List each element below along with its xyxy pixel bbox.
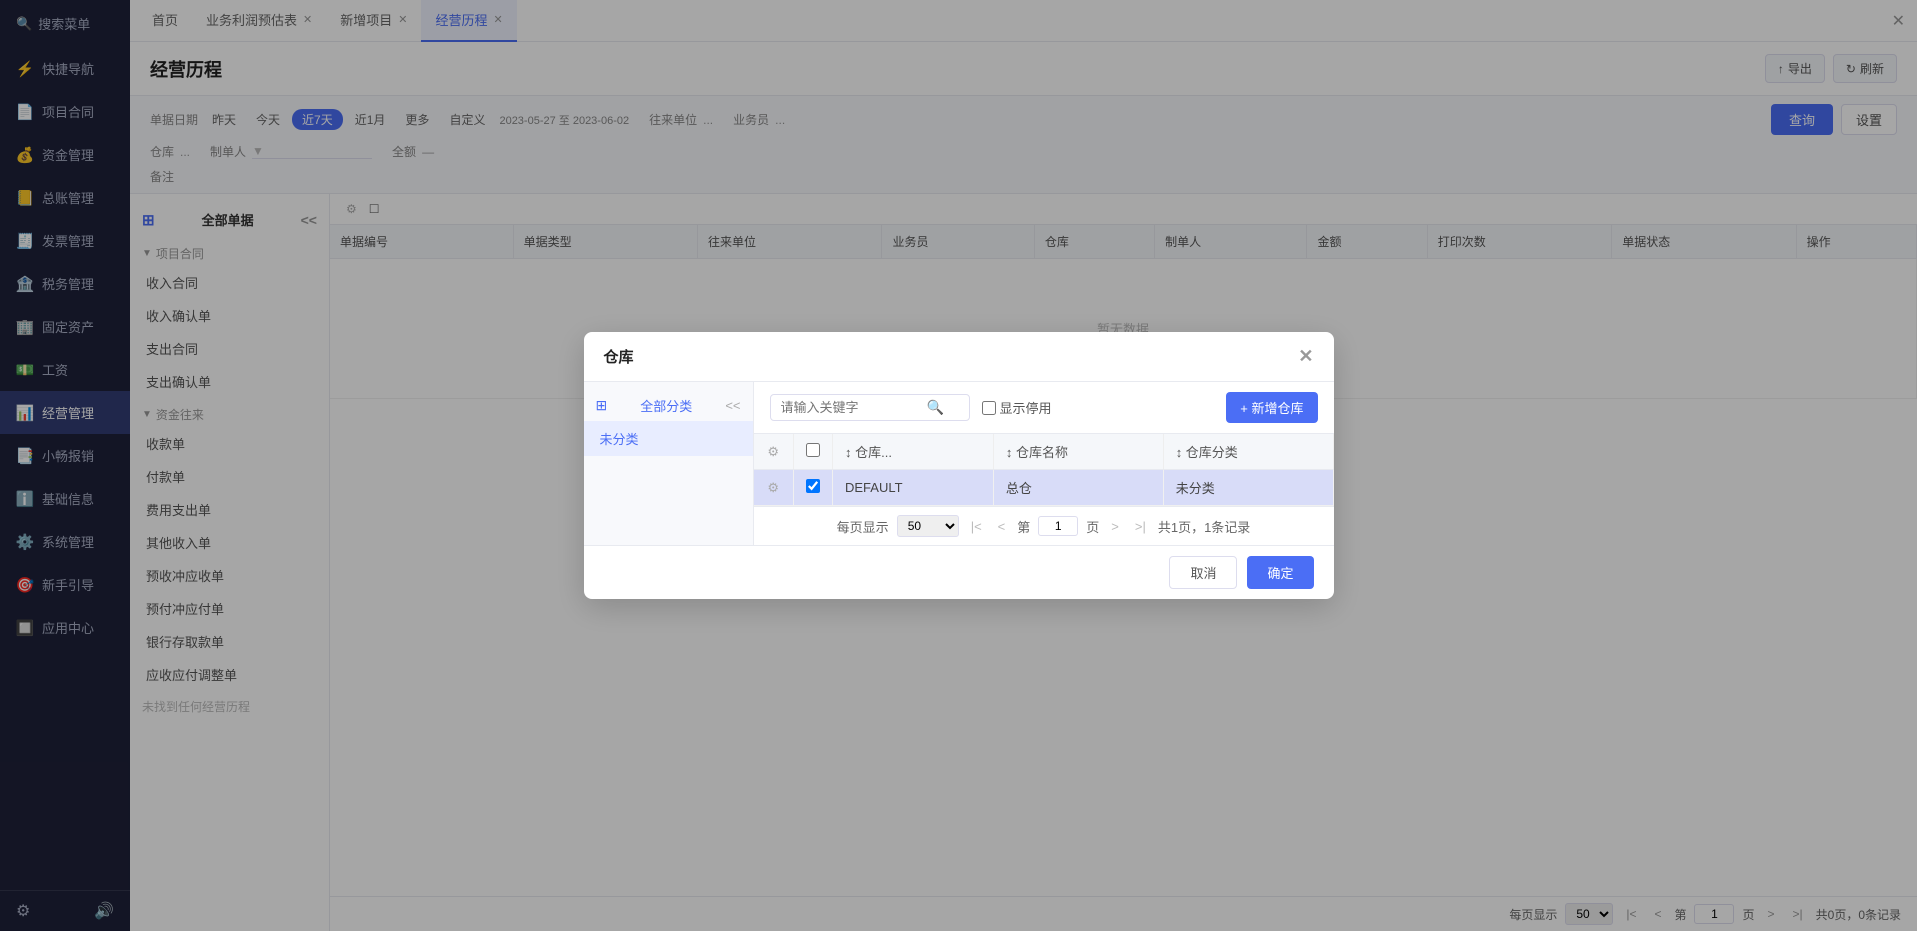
row-name: 总仓 bbox=[993, 470, 1163, 506]
sidebar-collapse-icon[interactable]: << bbox=[725, 398, 740, 413]
modal-close-button[interactable]: ✕ bbox=[1298, 346, 1313, 367]
modal-body: ⊞ 全部分类 << 未分类 🔍 bbox=[584, 382, 1334, 545]
all-categories-label: 全部分类 bbox=[640, 396, 692, 415]
col-name-label: ↕ 仓库名称 bbox=[1006, 445, 1068, 460]
cancel-button[interactable]: 取消 bbox=[1169, 556, 1237, 589]
modal-first-page-btn[interactable]: |< bbox=[967, 517, 986, 536]
row-checkbox[interactable] bbox=[794, 470, 833, 506]
column-gear-icon[interactable]: ⚙ bbox=[767, 444, 779, 459]
modal-table-wrap: ⚙ ↕ 仓库... ↕ 仓库名称 bbox=[754, 434, 1334, 506]
modal-select-all-checkbox[interactable] bbox=[806, 443, 820, 457]
modal-title: 仓库 bbox=[604, 346, 634, 367]
modal-page-input[interactable] bbox=[1038, 516, 1078, 536]
add-warehouse-button[interactable]: + 新增仓库 bbox=[1226, 392, 1317, 423]
modal-sidebar-item-uncategorized[interactable]: 未分类 bbox=[584, 421, 753, 456]
modal-table: ⚙ ↕ 仓库... ↕ 仓库名称 bbox=[754, 434, 1334, 506]
modal-table-header-row: ⚙ ↕ 仓库... ↕ 仓库名称 bbox=[754, 434, 1334, 470]
modal-per-page-label: 每页显示 bbox=[837, 517, 889, 536]
col-code-label: ↕ 仓库... bbox=[845, 445, 892, 460]
modal-search-icon[interactable]: 🔍 bbox=[927, 399, 944, 416]
modal-col-checkbox bbox=[794, 434, 833, 470]
modal-last-page-btn[interactable]: >| bbox=[1131, 517, 1150, 536]
modal-search-box: 🔍 bbox=[770, 394, 970, 421]
modal-overlay[interactable]: 仓库 ✕ ⊞ 全部分类 << 未分类 bbox=[0, 0, 1917, 931]
all-categories-icon: ⊞ bbox=[596, 397, 608, 414]
modal-footer: 取消 确定 bbox=[584, 545, 1334, 599]
modal-col-category[interactable]: ↕ 仓库分类 bbox=[1163, 434, 1333, 470]
row-code: DEFAULT bbox=[833, 470, 994, 506]
modal-pagination: 每页显示 50 |< < 第 页 > >| 共1页，1条记录 bbox=[754, 506, 1334, 545]
modal-col-name[interactable]: ↕ 仓库名称 bbox=[993, 434, 1163, 470]
modal-main: 🔍 显示停用 + 新增仓库 bbox=[754, 382, 1334, 545]
modal-header: 仓库 ✕ bbox=[584, 332, 1334, 382]
confirm-button[interactable]: 确定 bbox=[1247, 556, 1313, 589]
show-disabled-label[interactable]: 显示停用 bbox=[982, 398, 1052, 417]
row-select-checkbox[interactable] bbox=[806, 479, 820, 493]
warehouse-modal: 仓库 ✕ ⊞ 全部分类 << 未分类 bbox=[584, 332, 1334, 599]
modal-next-page-btn[interactable]: > bbox=[1107, 517, 1123, 536]
row-gear[interactable]: ⚙ bbox=[754, 470, 794, 506]
modal-search-input[interactable] bbox=[781, 400, 921, 415]
col-category-label: ↕ 仓库分类 bbox=[1176, 445, 1238, 460]
modal-per-page-select[interactable]: 50 bbox=[897, 515, 959, 537]
modal-col-code[interactable]: ↕ 仓库... bbox=[833, 434, 994, 470]
modal-col-gear: ⚙ bbox=[754, 434, 794, 470]
row-category: 未分类 bbox=[1163, 470, 1333, 506]
modal-table-row[interactable]: ⚙ DEFAULT 总仓 未分类 bbox=[754, 470, 1334, 506]
modal-prev-page-btn[interactable]: < bbox=[994, 517, 1010, 536]
show-disabled-checkbox[interactable] bbox=[982, 401, 996, 415]
modal-total-records: 共1页，1条记录 bbox=[1158, 517, 1250, 536]
modal-toolbar: 🔍 显示停用 + 新增仓库 bbox=[754, 382, 1334, 434]
modal-sidebar-all[interactable]: ⊞ 全部分类 << bbox=[584, 390, 753, 421]
modal-sidebar: ⊞ 全部分类 << 未分类 bbox=[584, 382, 754, 545]
modal-page-label: 第 bbox=[1017, 517, 1030, 536]
modal-page-suffix: 页 bbox=[1086, 517, 1099, 536]
